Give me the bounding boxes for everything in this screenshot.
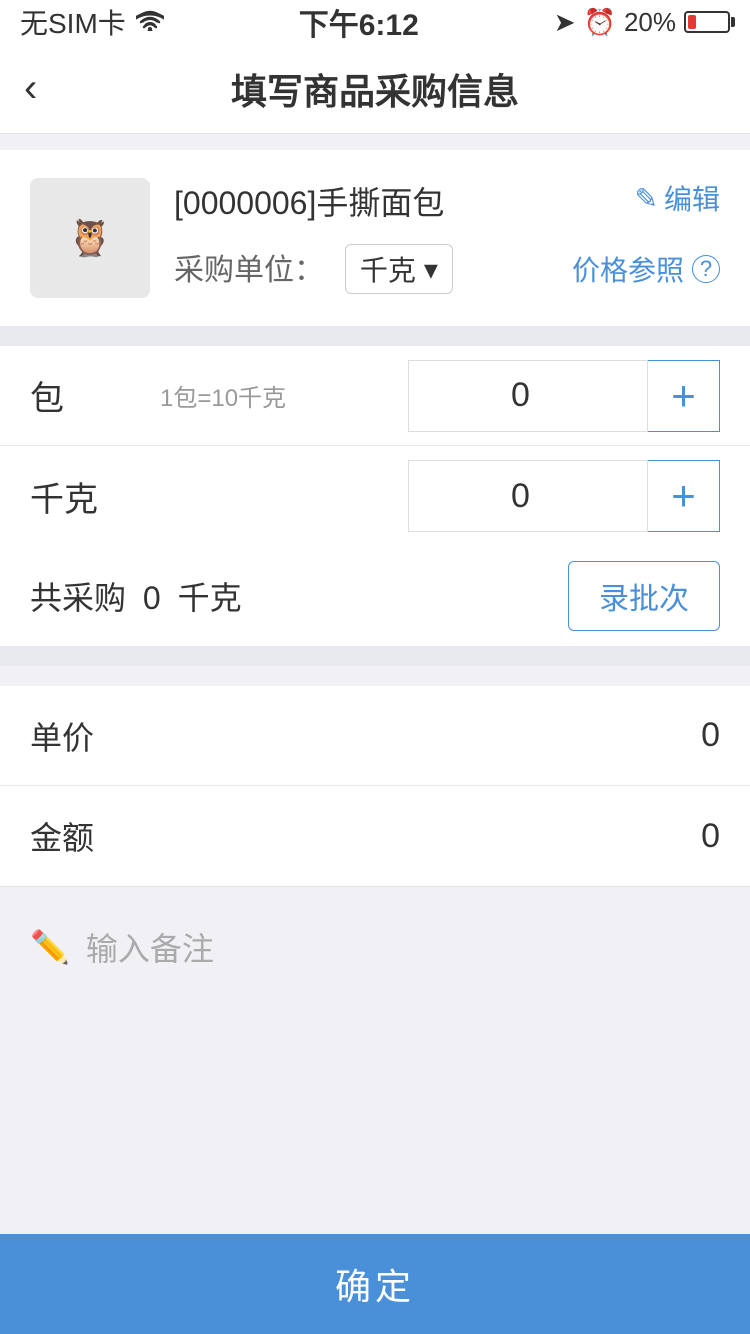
amount-label: 金额: [30, 813, 94, 859]
unit-price-value: 0: [701, 716, 720, 755]
product-name: [0000006]手撕面包: [174, 178, 444, 224]
unit-price-row: 单价 0: [0, 686, 750, 786]
product-logo: 🦉: [68, 217, 113, 259]
wifi-icon: [136, 6, 164, 38]
bag-number-input[interactable]: [408, 360, 648, 432]
nav-bar: ‹ 填写商品采购信息: [0, 44, 750, 134]
kg-plus-button[interactable]: +: [648, 460, 720, 532]
summary-quantity: 0: [143, 580, 161, 616]
info-icon: ?: [692, 255, 720, 283]
status-right: ➤ ⏰ 20%: [554, 7, 730, 38]
bag-plus-button[interactable]: +: [648, 360, 720, 432]
product-header: [0000006]手撕面包 ✎ 编辑: [174, 178, 720, 224]
confirm-button[interactable]: 确定: [0, 1234, 750, 1334]
back-button[interactable]: ‹: [24, 66, 37, 111]
amount-row: 金额 0: [0, 786, 750, 886]
status-time: 下午6:12: [299, 0, 419, 44]
status-left: 无SIM卡: [20, 2, 164, 42]
unit-select[interactable]: 千克 ▾: [345, 244, 453, 294]
alarm-icon: ⏰: [584, 7, 616, 38]
location-icon: ➤: [554, 7, 576, 38]
amount-value: 0: [701, 817, 720, 856]
notes-placeholder: 输入备注: [86, 924, 214, 970]
battery-percent: 20%: [624, 7, 676, 38]
chevron-down-icon: ▾: [424, 253, 438, 286]
page-title: 填写商品采购信息: [231, 63, 519, 115]
section-divider-2: [0, 646, 750, 666]
kg-number-input[interactable]: [408, 460, 648, 532]
battery-icon: [684, 11, 730, 33]
unit-selector-group: 采购单位： 千克 ▾: [174, 244, 453, 294]
edit-button[interactable]: ✎ 编辑: [635, 178, 720, 218]
kg-input-row: 千克 +: [0, 446, 750, 546]
notes-section[interactable]: ✏️ 输入备注: [0, 886, 750, 1006]
edit-icon: ✎: [635, 182, 658, 215]
summary-text: 共采购 0 千克: [30, 573, 242, 619]
bag-sub-label: 1包=10千克: [160, 378, 408, 413]
input-section: 包 1包=10千克 + 千克 +: [0, 346, 750, 546]
section-divider-1: [0, 326, 750, 346]
product-unit-row: 采购单位： 千克 ▾ 价格参照 ?: [174, 244, 720, 294]
kg-input-control: +: [408, 460, 720, 532]
carrier-label: 无SIM卡: [20, 2, 126, 42]
price-section: 单价 0 金额 0: [0, 686, 750, 886]
product-info: [0000006]手撕面包 ✎ 编辑 采购单位： 千克 ▾ 价格参照 ?: [174, 178, 720, 294]
bag-input-control: +: [408, 360, 720, 432]
unit-label: 采购单位：: [174, 254, 324, 287]
unit-price-label: 单价: [30, 713, 94, 759]
bag-input-row: 包 1包=10千克 +: [0, 346, 750, 446]
kg-label: 千克: [30, 472, 150, 521]
status-bar: 无SIM卡 下午6:12 ➤ ⏰ 20%: [0, 0, 750, 44]
pencil-icon: ✏️: [30, 928, 70, 966]
price-reference-button[interactable]: 价格参照 ?: [572, 249, 720, 289]
batch-record-button[interactable]: 录批次: [568, 561, 720, 631]
bag-label: 包: [30, 371, 150, 420]
product-image: 🦉: [30, 178, 150, 298]
summary-row: 共采购 0 千克 录批次: [0, 546, 750, 646]
product-card: 🦉 [0000006]手撕面包 ✎ 编辑 采购单位： 千克 ▾ 价格参照 ?: [0, 150, 750, 326]
